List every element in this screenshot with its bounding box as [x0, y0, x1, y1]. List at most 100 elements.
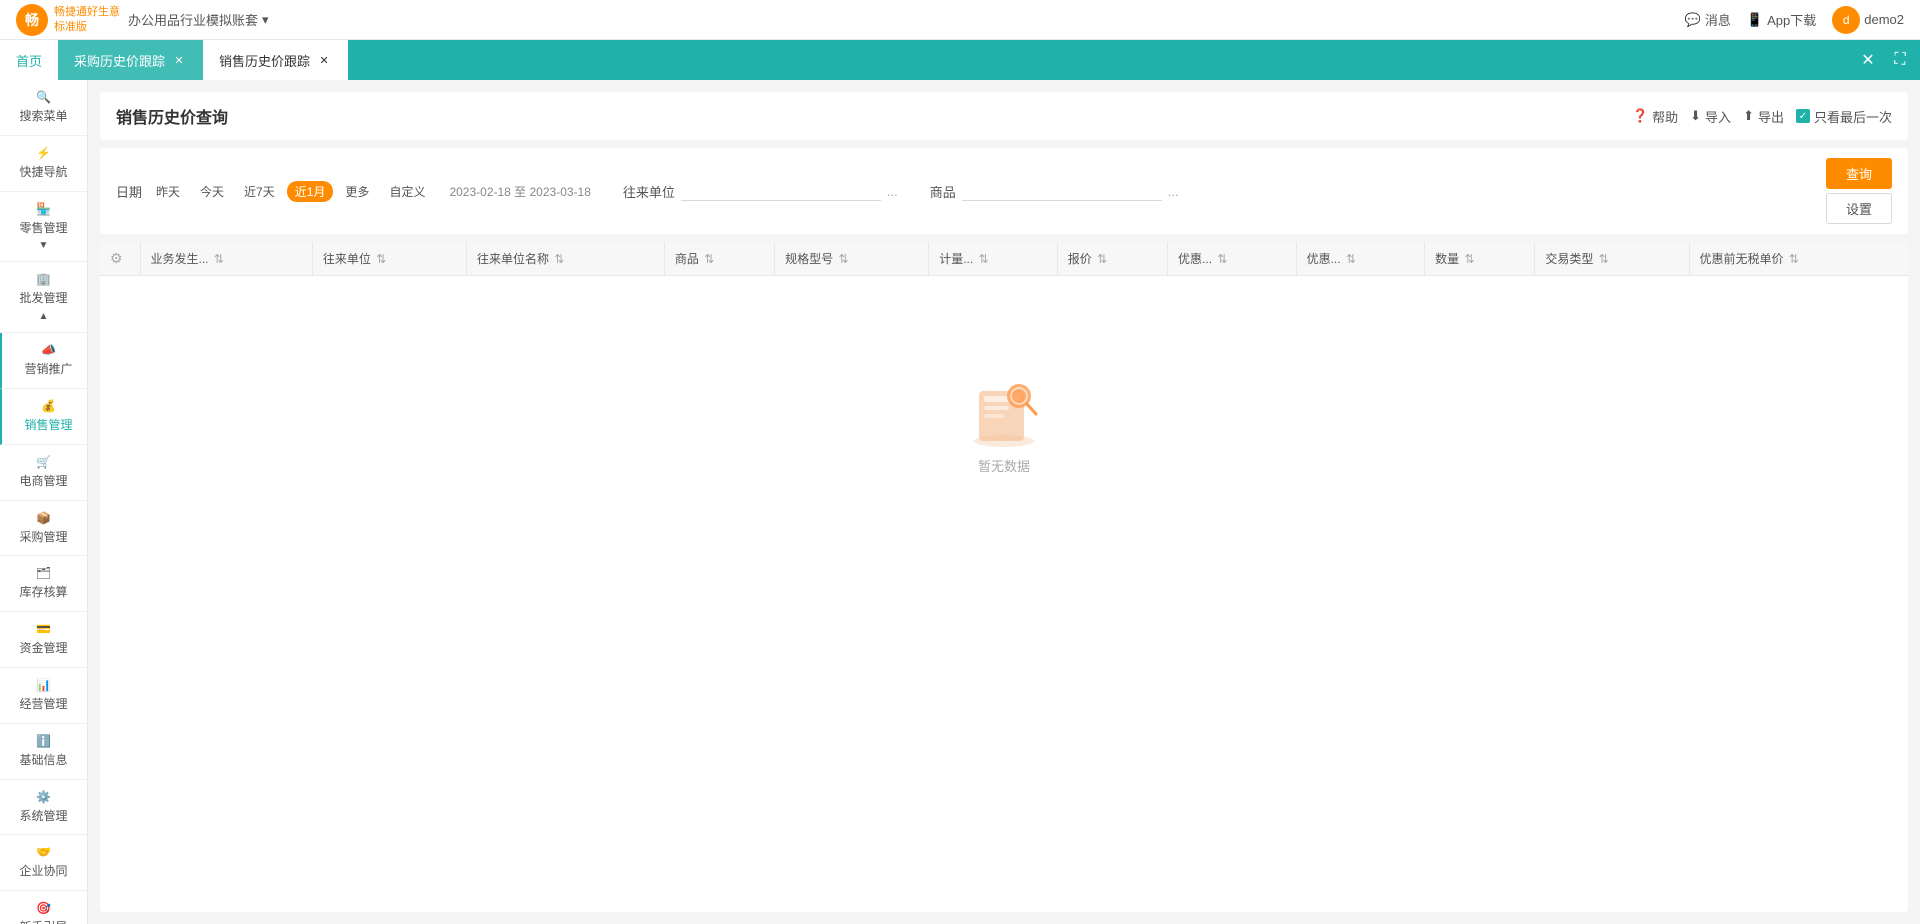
- page-actions: ❓ 帮助 ⬇ 导入 ⬆ 导出 ✓ 只看最后一次: [1632, 107, 1892, 126]
- th-pretax-price[interactable]: 优惠前无税单价 ⇅: [1689, 242, 1908, 276]
- app-download-button[interactable]: 📱 App下载: [1747, 10, 1816, 29]
- th-partner-name[interactable]: 往来单位名称 ⇅: [466, 242, 664, 276]
- date-pills: 昨天 今天 近7天 近1月 更多 自定义: [148, 181, 433, 202]
- sidebar-item-basic-info[interactable]: ℹ️ 基础信息: [0, 724, 87, 780]
- retail-icon: 🏪: [36, 202, 51, 216]
- page-title: 销售历史价查询: [116, 104, 228, 128]
- th-biz-date[interactable]: 业务发生... ⇅: [140, 242, 312, 276]
- th-discount1[interactable]: 优惠... ⇅: [1168, 242, 1297, 276]
- close-purchase-tab-icon[interactable]: ✕: [171, 52, 187, 68]
- sidebar-item-purchase-mgmt[interactable]: 📦 采购管理: [0, 501, 87, 557]
- close-sales-tab-icon[interactable]: ✕: [316, 52, 332, 68]
- help-icon: ❓: [1632, 108, 1648, 124]
- purchase-icon: 📦: [36, 511, 51, 525]
- filter-bar: 日期 昨天 今天 近7天 近1月 更多 自定义 2023-02-18 至 202…: [100, 148, 1908, 234]
- sort-icon: ⇅: [979, 252, 989, 266]
- sidebar-item-quick-nav[interactable]: ⚡ 快捷导航: [0, 136, 87, 192]
- top-bar-right: 💬 消息 📱 App下载 d demo2: [1685, 6, 1904, 34]
- sort-icon: ⇅: [1465, 252, 1475, 266]
- table-header: ⚙ 业务发生... ⇅ 往来单位 ⇅ 往来单位名称 ⇅: [100, 242, 1908, 276]
- partner-filter: 往来单位 ...: [623, 181, 898, 201]
- sort-icon: ⇅: [214, 252, 224, 266]
- sort-icon: ⇅: [704, 252, 714, 266]
- partner-input[interactable]: [681, 181, 881, 201]
- only-last-checkbox-label[interactable]: ✓ 只看最后一次: [1796, 107, 1892, 126]
- filter-actions: 查询 设置: [1826, 158, 1892, 224]
- sidebar-item-sales-promo[interactable]: 📣 营销推广: [0, 333, 87, 389]
- tab-purchase-history[interactable]: 采购历史价跟踪 ✕: [58, 40, 203, 80]
- date-pill-custom[interactable]: 自定义: [381, 181, 433, 202]
- date-pill-yesterday[interactable]: 昨天: [148, 181, 188, 202]
- empty-state: 暂无数据: [100, 276, 1908, 555]
- message-icon: 💬: [1685, 12, 1701, 28]
- export-button[interactable]: ⬆ 导出: [1743, 107, 1784, 126]
- partner-picker-icon[interactable]: ...: [887, 184, 898, 199]
- sort-icon: ⇅: [838, 252, 848, 266]
- tab-home[interactable]: 首页: [0, 40, 58, 80]
- sort-icon: ⇅: [1217, 252, 1227, 266]
- th-product[interactable]: 商品 ⇅: [664, 242, 774, 276]
- chevron-down-icon: ▾: [262, 12, 269, 28]
- th-unit[interactable]: 计量... ⇅: [929, 242, 1058, 276]
- filter-settings-button[interactable]: 设置: [1826, 193, 1892, 224]
- sidebar-item-system-mgmt[interactable]: ⚙️ 系统管理: [0, 780, 87, 836]
- query-button[interactable]: 查询: [1826, 158, 1892, 189]
- tab-bar: 首页 采购历史价跟踪 ✕ 销售历史价跟踪 ✕ ✕ ⛶: [0, 40, 1920, 80]
- sidebar-item-finance-mgmt[interactable]: 💳 资金管理: [0, 612, 87, 668]
- sort-icon: ⇅: [1789, 252, 1799, 266]
- settings-gear-icon[interactable]: ⚙: [110, 250, 123, 266]
- th-trade-type[interactable]: 交易类型 ⇅: [1535, 242, 1689, 276]
- th-quote-price[interactable]: 报价 ⇅: [1057, 242, 1167, 276]
- sort-icon: ⇅: [554, 252, 564, 266]
- only-last-checkbox[interactable]: ✓: [1796, 109, 1810, 123]
- sort-icon: ⇅: [376, 252, 386, 266]
- sidebar-item-enterprise-collab[interactable]: 🤝 企业协同: [0, 835, 87, 891]
- th-partner-code[interactable]: 往来单位 ⇅: [312, 242, 466, 276]
- sidebar-item-wholesale-mgmt[interactable]: 🏢 批发管理 ▲: [0, 262, 87, 333]
- date-pill-last7days[interactable]: 近7天: [236, 181, 283, 202]
- logo-icon: 畅: [16, 4, 48, 36]
- sidebar-item-operations-mgmt[interactable]: 📊 经营管理: [0, 668, 87, 724]
- sidebar-item-ecommerce-mgmt[interactable]: 🛒 电商管理: [0, 445, 87, 501]
- product-filter: 商品 ...: [930, 181, 1179, 201]
- sidebar-item-search-menu[interactable]: 🔍 搜索菜单: [0, 80, 87, 136]
- ecommerce-icon: 🛒: [36, 455, 51, 469]
- th-settings[interactable]: ⚙: [100, 242, 140, 276]
- logo-text: 畅捷通好生意 标准版: [54, 5, 120, 34]
- close-all-tabs-button[interactable]: ✕: [1856, 48, 1880, 72]
- date-pill-more[interactable]: 更多: [337, 181, 377, 202]
- product-input[interactable]: [962, 181, 1162, 201]
- sidebar-item-new-guide[interactable]: 🎯 新手引导: [0, 891, 87, 924]
- sidebar-item-retail-mgmt[interactable]: 🏪 零售管理 ▼: [0, 192, 87, 263]
- tab-bar-actions: ✕ ⛶: [1856, 48, 1920, 72]
- content-area: 销售历史价查询 ❓ 帮助 ⬇ 导入 ⬆ 导出 ✓ 只看最后一次: [88, 80, 1920, 924]
- empty-text: 暂无数据: [978, 456, 1030, 475]
- search-icon: 🔍: [36, 90, 51, 104]
- date-range-display: 2023-02-18 至 2023-03-18: [449, 183, 590, 200]
- sidebar-item-inventory-calc[interactable]: 🗂 库存核算: [0, 556, 87, 612]
- help-button[interactable]: ❓ 帮助: [1632, 107, 1678, 126]
- th-discount2[interactable]: 优惠... ⇅: [1296, 242, 1425, 276]
- user-profile[interactable]: d demo2: [1832, 6, 1904, 34]
- export-icon: ⬆: [1743, 108, 1754, 124]
- table-body: 暂无数据: [100, 276, 1908, 556]
- th-quantity[interactable]: 数量 ⇅: [1425, 242, 1535, 276]
- maximize-button[interactable]: ⛶: [1888, 48, 1912, 72]
- th-spec[interactable]: 规格型号 ⇅: [775, 242, 929, 276]
- wholesale-icon: 🏢: [36, 272, 51, 286]
- top-bar-left: 畅 畅捷通好生意 标准版 办公用品行业模拟账套 ▾: [16, 4, 269, 36]
- tab-sales-history[interactable]: 销售历史价跟踪 ✕: [203, 40, 348, 80]
- message-button[interactable]: 💬 消息: [1685, 10, 1731, 29]
- product-picker-icon[interactable]: ...: [1168, 184, 1179, 199]
- logo-area: 畅 畅捷通好生意 标准版: [16, 4, 120, 36]
- promo-icon: 📣: [41, 343, 56, 357]
- import-button[interactable]: ⬇ 导入: [1690, 107, 1731, 126]
- sidebar-item-sales-mgmt[interactable]: 💰 销售管理: [0, 389, 87, 445]
- phone-icon: 📱: [1747, 12, 1763, 28]
- filter-row: 日期 昨天 今天 近7天 近1月 更多 自定义 2023-02-18 至 202…: [116, 158, 1892, 224]
- workspace-selector[interactable]: 办公用品行业模拟账套 ▾: [128, 10, 269, 29]
- avatar: d: [1832, 6, 1860, 34]
- sales-icon: 💰: [41, 399, 56, 413]
- date-pill-last1month[interactable]: 近1月: [287, 181, 334, 202]
- date-pill-today[interactable]: 今天: [192, 181, 232, 202]
